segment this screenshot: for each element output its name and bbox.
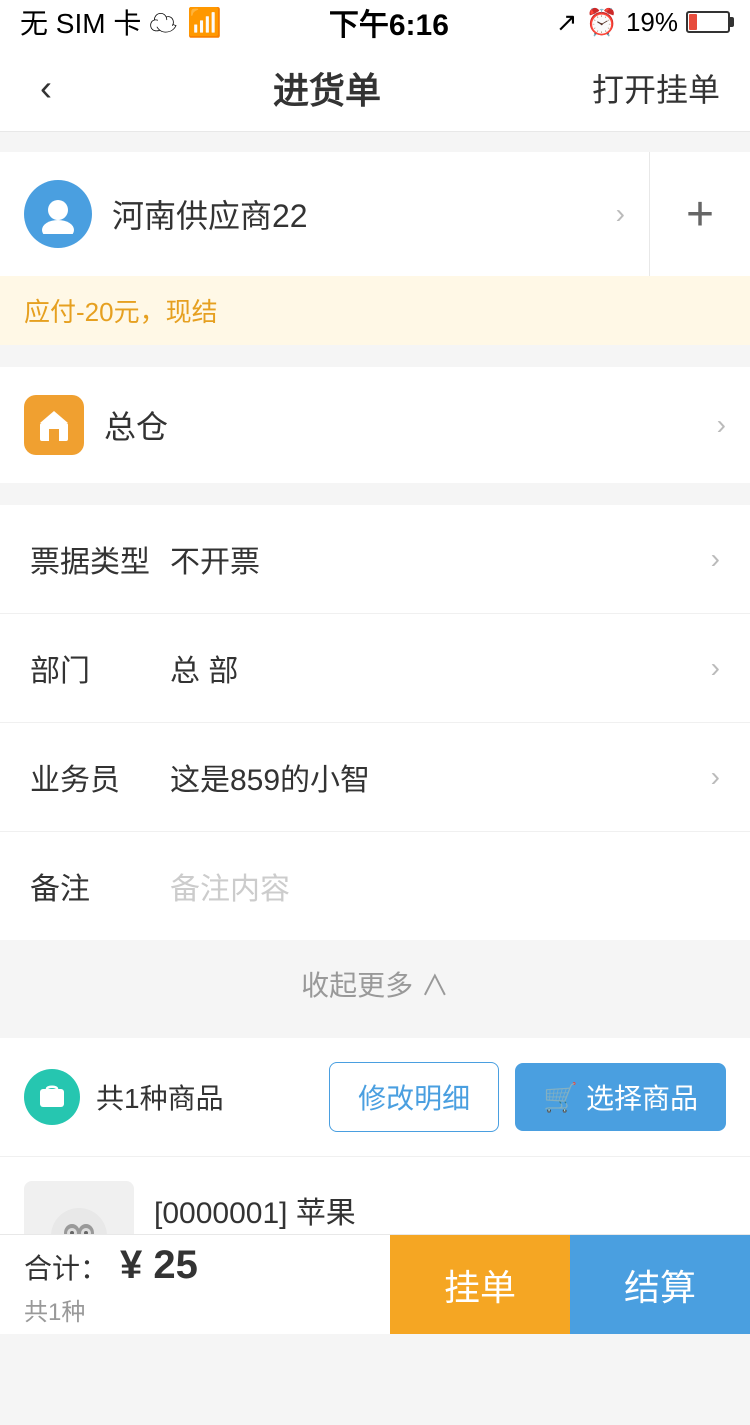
battery-percent: 19%: [626, 7, 678, 38]
remark-row[interactable]: 备注 备注内容: [0, 832, 750, 940]
nav-bar: ‹ 进货单 打开挂单: [0, 44, 750, 132]
supplier-selector[interactable]: 河南供应商22 ›: [0, 152, 650, 276]
warehouse-icon: [24, 395, 84, 455]
gap-3: [0, 483, 750, 503]
page-title: 进货单: [273, 62, 381, 114]
modify-detail-button[interactable]: 修改明细: [329, 1062, 499, 1132]
department-label: 部门: [30, 646, 170, 690]
cart-icon: 🛒: [543, 1081, 578, 1114]
ticket-type-value: 不开票: [170, 537, 711, 581]
hang-button[interactable]: 挂单: [390, 1235, 570, 1334]
products-header: 共1种商品 修改明细 🛒 选择商品: [0, 1038, 750, 1157]
open-hang-button[interactable]: 打开挂单: [592, 65, 720, 111]
status-bar: 无 SIM 卡 ☁ 📶 下午6:16 ↗ ⏰ 19%: [0, 0, 750, 44]
department-chevron-icon: ›: [711, 652, 720, 684]
select-product-label: 选择商品: [586, 1077, 698, 1117]
no-sim-text: 无 SIM 卡 ☁: [20, 2, 177, 42]
products-icon: [24, 1069, 80, 1125]
total-amount: ¥ 25: [120, 1243, 198, 1288]
bottom-bar: 合计： ¥ 25 共1种 挂单 结算: [0, 1234, 750, 1334]
warehouse-chevron-icon: ›: [717, 409, 726, 441]
salesperson-chevron-icon: ›: [711, 761, 720, 793]
supplier-chevron-icon: ›: [616, 198, 625, 230]
add-supplier-button[interactable]: +: [650, 152, 750, 276]
total-sub: 共1种: [24, 1292, 366, 1327]
warehouse-name: 总仓: [104, 402, 717, 448]
gap-1: [0, 132, 750, 152]
supplier-name: 河南供应商22: [112, 191, 616, 237]
wifi-icon: 📶: [187, 6, 222, 39]
total-section: 合计： ¥ 25 共1种: [0, 1235, 390, 1334]
warehouse-section[interactable]: 总仓 ›: [0, 367, 750, 483]
main-content: 河南供应商22 › + 应付-20元，现结 总仓 › 票据类型 不开票 ›: [0, 132, 750, 1425]
select-product-button[interactable]: 🛒 选择商品: [515, 1063, 726, 1131]
status-time: 下午6:16: [329, 0, 449, 44]
total-row: 合计： ¥ 25: [24, 1243, 366, 1288]
department-value: 总 部: [170, 646, 711, 690]
product-name: [0000001] 苹果: [154, 1188, 666, 1232]
salesperson-label: 业务员: [30, 755, 170, 799]
alarm-icon: ⏰: [586, 7, 618, 38]
ticket-type-row[interactable]: 票据类型 不开票 ›: [0, 505, 750, 614]
back-button[interactable]: ‹: [30, 57, 62, 119]
form-section: 票据类型 不开票 › 部门 总 部 › 业务员 这是859的小智 › 备注 备注…: [0, 505, 750, 940]
remark-label: 备注: [30, 864, 170, 908]
battery-icon: [686, 11, 730, 33]
status-right: ↗ ⏰ 19%: [556, 7, 730, 38]
salesperson-value: 这是859的小智: [170, 755, 711, 799]
department-row[interactable]: 部门 总 部 ›: [0, 614, 750, 723]
gap-2: [0, 345, 750, 365]
product-title: 苹果: [296, 1197, 356, 1230]
supplier-section: 河南供应商22 › +: [0, 152, 750, 276]
ticket-type-label: 票据类型: [30, 537, 170, 581]
total-label: 合计：: [24, 1247, 108, 1287]
supplier-avatar: [24, 180, 92, 248]
collapse-bar[interactable]: 收起更多 ∧: [0, 940, 750, 1028]
status-left: 无 SIM 卡 ☁ 📶: [20, 2, 222, 42]
remark-input[interactable]: 备注内容: [170, 864, 720, 908]
checkout-button[interactable]: 结算: [570, 1235, 750, 1334]
product-code: [0000001]: [154, 1197, 287, 1230]
salesperson-row[interactable]: 业务员 这是859的小智 ›: [0, 723, 750, 832]
notice-bar: 应付-20元，现结: [0, 276, 750, 345]
collapse-text: 收起更多 ∧: [301, 964, 449, 1004]
products-count: 共1种商品: [96, 1077, 329, 1117]
ticket-type-chevron-icon: ›: [711, 543, 720, 575]
location-icon: ↗: [556, 7, 578, 38]
